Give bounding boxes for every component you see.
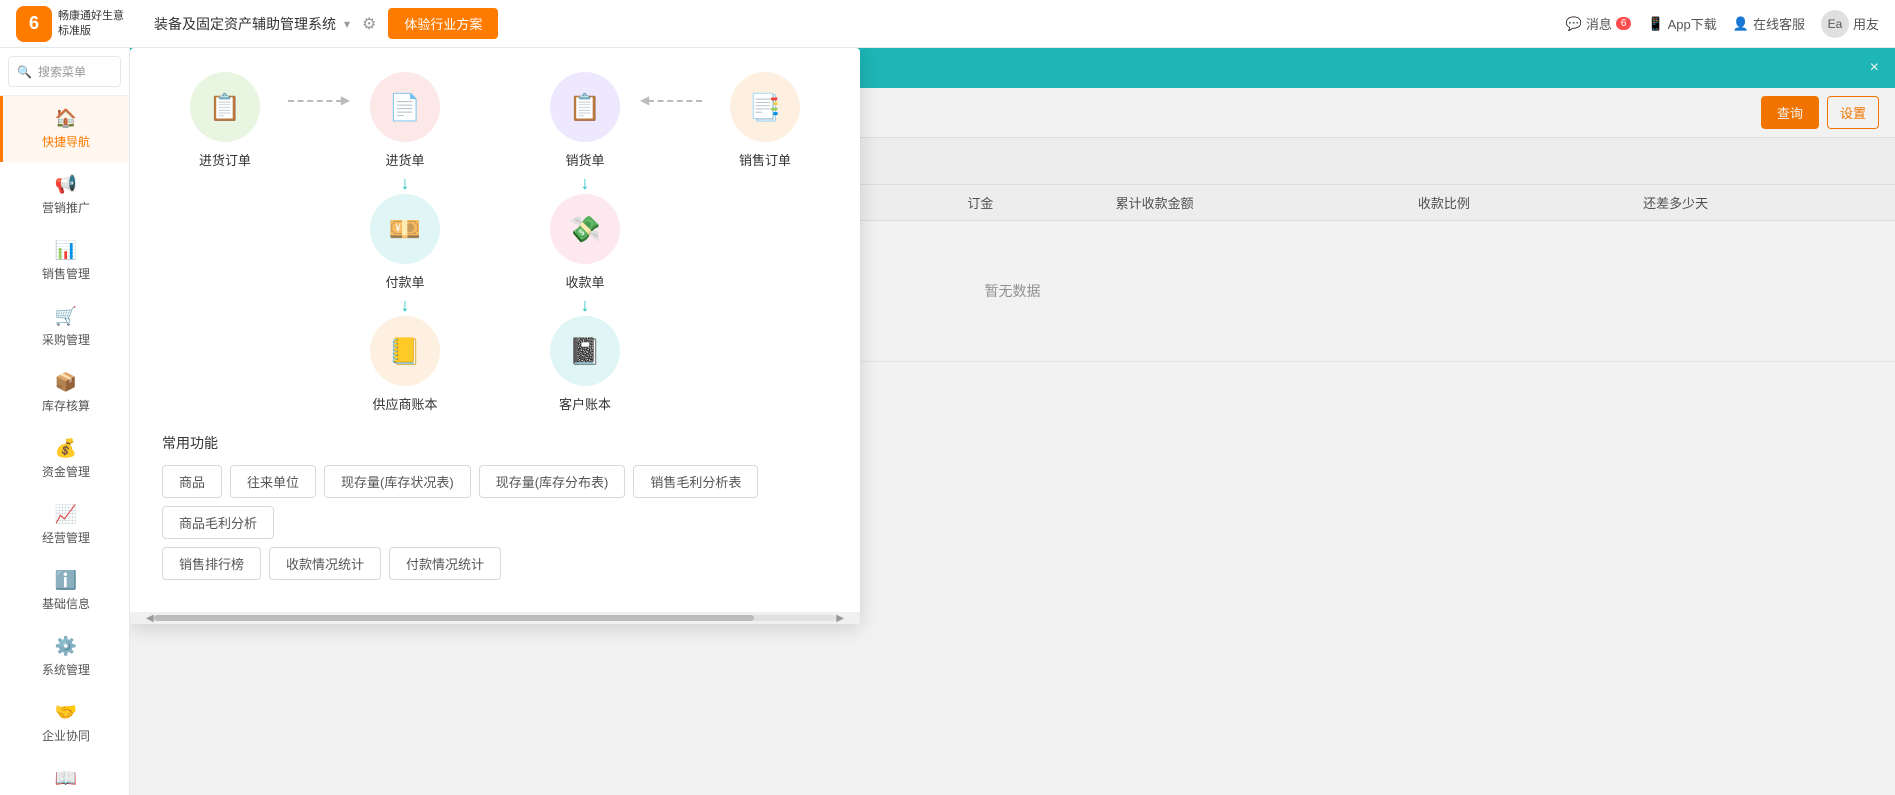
sidebar-item-basic-info[interactable]: ℹ️ 基础信息 — [0, 558, 129, 624]
flow-sales-order-icon[interactable]: 📑 — [730, 72, 800, 142]
sidebar: 🔍 搜索菜单 🏠 快捷导航 📢 营销推广 📊 销售管理 🛒 采购管理 — [0, 48, 130, 795]
flow-receipt-bill-label: 收款单 — [565, 272, 604, 291]
finance-icon: 💰 — [55, 438, 77, 459]
flow-customer-ledger-icon[interactable]: 📓 — [550, 316, 620, 386]
service-icon: 👤 — [1733, 16, 1749, 32]
sidebar-item-inventory[interactable]: 📦 库存核算 — [0, 360, 129, 426]
flow-sales-bill-icon[interactable]: 📋 — [550, 72, 620, 142]
flow-supplier-ledger-label: 供应商账本 — [372, 394, 437, 413]
sidebar-item-quick-nav[interactable]: 🏠 快捷导航 — [0, 96, 129, 162]
flow-payment-bill-label: 付款单 — [385, 272, 424, 291]
scroll-left-icon[interactable]: ◀ — [146, 613, 154, 624]
content-area: 首页 销售订单执行表 × × ❓ 帮助 🖨 按模板打印 ▾ — [130, 48, 1895, 795]
func-btn-sales-rank[interactable]: 销售排行榜 — [162, 547, 261, 580]
system-icon: ⚙️ — [55, 636, 77, 657]
func-btn-goods-profit[interactable]: 商品毛利分析 — [162, 506, 274, 539]
home-icon: 🏠 — [55, 108, 77, 129]
flow-purchase-order-label: 进货订单 — [199, 150, 251, 169]
func-btn-goods[interactable]: 商品 — [162, 465, 222, 498]
gear-icon[interactable]: ⚙ — [362, 14, 376, 34]
scroll-right-icon[interactable]: ▶ — [836, 613, 844, 624]
marketing-icon: 📢 — [55, 174, 77, 195]
purchase-icon: 🛒 — [55, 306, 77, 327]
scrollbar-track[interactable] — [154, 615, 837, 621]
flow-purchase-order-icon[interactable]: 📋 — [190, 72, 260, 142]
flow-purchase-bill-icon[interactable]: 📄 — [370, 72, 440, 142]
func-btn-sales-profit[interactable]: 销售毛利分析表 — [633, 465, 758, 498]
scrollbar-thumb — [154, 615, 754, 621]
download-icon: 📱 — [1647, 16, 1663, 32]
sidebar-item-operations[interactable]: 📈 经营管理 — [0, 492, 129, 558]
search-icon: 🔍 — [17, 65, 32, 79]
sales-icon: 📊 — [55, 240, 77, 261]
online-service-button[interactable]: 👤 在线客服 — [1733, 14, 1805, 33]
logo-text: 畅康通好生意 标准版 — [58, 9, 124, 38]
flow-sales-bill-label: 销货单 — [565, 150, 604, 169]
common-functions-title: 常用功能 — [162, 433, 828, 453]
sidebar-item-guide[interactable]: 📖 新手引导 — [0, 756, 129, 795]
system-title: 装备及固定资产辅助管理系统 — [154, 14, 336, 34]
message-badge: 6 — [1616, 17, 1632, 30]
operations-icon: 📈 — [55, 504, 77, 525]
flow-supplier-ledger-icon[interactable]: 📒 — [370, 316, 440, 386]
sidebar-search-area: 🔍 搜索菜单 — [0, 48, 129, 96]
modal-box: 📋 进货订单 ▶ — [130, 48, 860, 624]
modal-content: 📋 进货订单 ▶ — [130, 48, 860, 604]
dropdown-arrow-icon[interactable]: ▾ — [344, 17, 350, 31]
sidebar-item-marketing[interactable]: 📢 营销推广 — [0, 162, 129, 228]
app-download-button[interactable]: 📱 App下载 — [1647, 14, 1716, 33]
inventory-icon: 📦 — [55, 372, 77, 393]
flow-sales-order-label: 销售订单 — [739, 150, 791, 169]
logo-area: 6 畅康通好生意 标准版 — [16, 6, 146, 42]
guide-icon: 📖 — [55, 768, 77, 789]
sidebar-item-system[interactable]: ⚙️ 系统管理 — [0, 624, 129, 690]
func-buttons-row1: 商品 往来单位 现存量(库存状况表) 现存量(库存分布表) 销售毛利分析表 商品… — [162, 465, 828, 539]
modal-overlay: 📋 进货订单 ▶ — [130, 48, 1895, 795]
flow-purchase-bill-label: 进货单 — [385, 150, 424, 169]
flow-receipt-bill-icon[interactable]: 💸 — [550, 194, 620, 264]
top-right-area: 💬 消息 6 📱 App下载 👤 在线客服 Ea 用友 — [1566, 10, 1879, 38]
func-btn-pay-stats[interactable]: 付款情况统计 — [389, 547, 501, 580]
flow-diagram-area: 📋 进货订单 ▶ — [162, 72, 828, 429]
func-btn-partners[interactable]: 往来单位 — [230, 465, 316, 498]
info-icon: ℹ️ — [55, 570, 77, 591]
sidebar-item-purchase[interactable]: 🛒 采购管理 — [0, 294, 129, 360]
func-btn-stock-status[interactable]: 现存量(库存状况表) — [324, 465, 471, 498]
func-btn-recv-stats[interactable]: 收款情况统计 — [269, 547, 381, 580]
flow-customer-ledger-label: 客户账本 — [559, 394, 611, 413]
avatar: Ea — [1821, 10, 1849, 38]
sidebar-item-enterprise[interactable]: 🤝 企业协同 — [0, 690, 129, 756]
flow-payment-bill-icon[interactable]: 💴 — [370, 194, 440, 264]
search-menu-button[interactable]: 🔍 搜索菜单 — [8, 56, 121, 87]
system-title-area: 装备及固定资产辅助管理系统 ▾ ⚙ — [154, 14, 376, 34]
common-functions-area: 常用功能 商品 往来单位 现存量(库存状况表) 现存量(库存分布表) 销售毛利分… — [162, 433, 828, 580]
experience-button[interactable]: 体验行业方案 — [388, 8, 498, 39]
enterprise-icon: 🤝 — [55, 702, 77, 723]
user-area[interactable]: Ea 用友 — [1821, 10, 1879, 38]
func-buttons-row2: 销售排行榜 收款情况统计 付款情况统计 — [162, 547, 828, 580]
sidebar-item-sales[interactable]: 📊 销售管理 — [0, 228, 129, 294]
modal-scrollbar: ◀ ▶ — [130, 612, 860, 624]
message-button[interactable]: 💬 消息 6 — [1566, 14, 1632, 33]
func-btn-stock-dist[interactable]: 现存量(库存分布表) — [479, 465, 626, 498]
logo-icon: 6 — [16, 6, 52, 42]
sidebar-item-finance[interactable]: 💰 资金管理 — [0, 426, 129, 492]
message-icon: 💬 — [1566, 16, 1582, 32]
